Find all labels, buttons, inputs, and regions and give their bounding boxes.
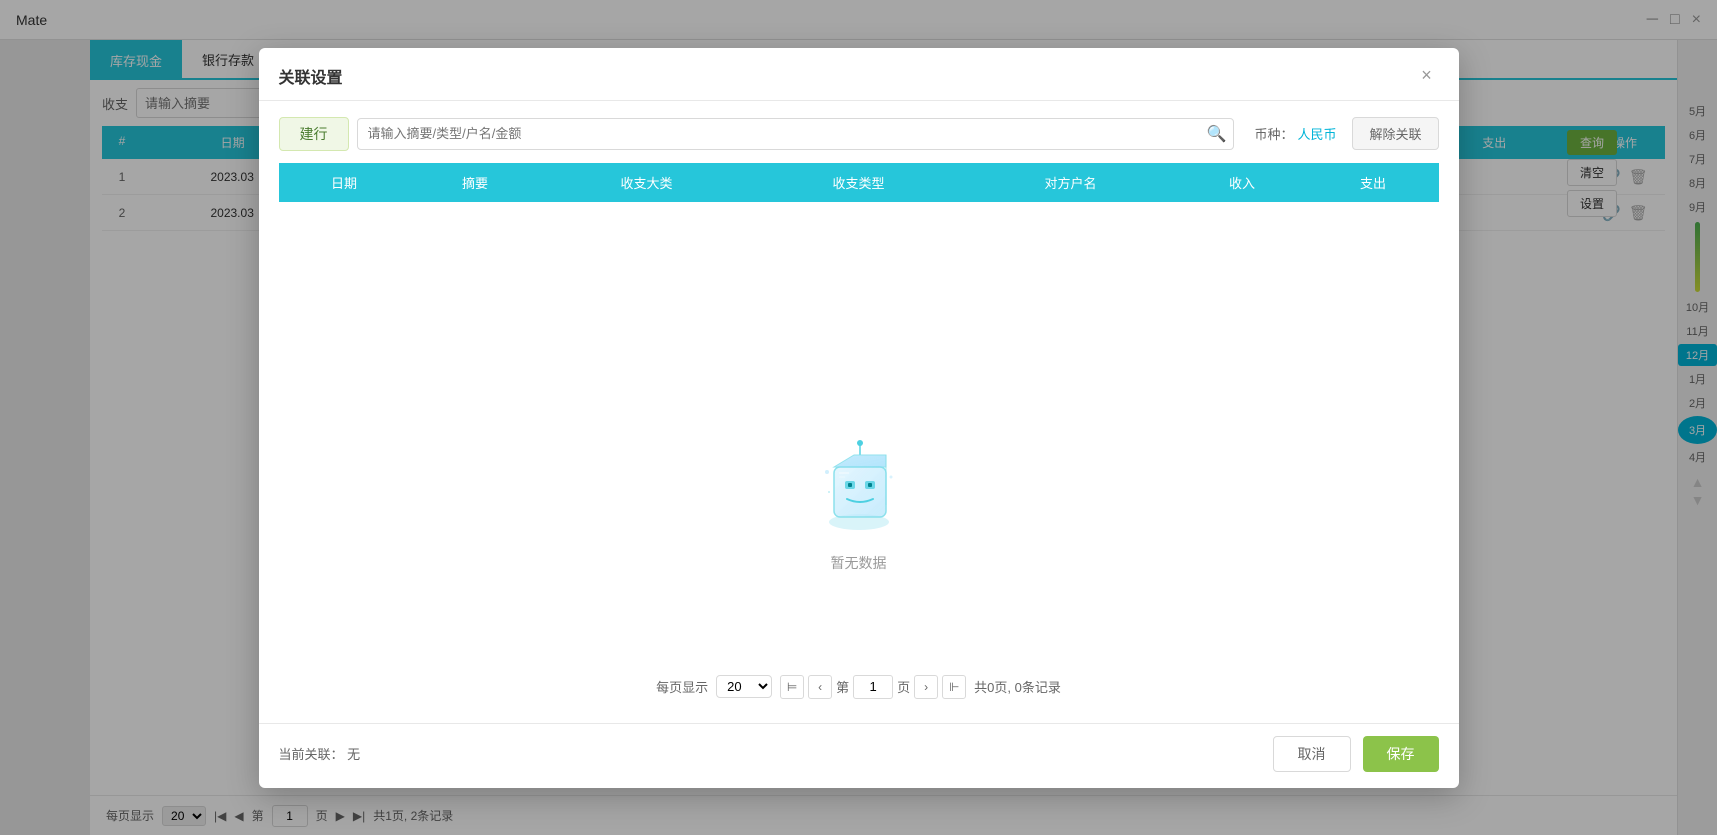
modal-table-header-row: 日期 摘要 收支大类 收支类型 对方户名 收入 支出 — [279, 163, 1439, 202]
save-button[interactable]: 保存 — [1363, 736, 1439, 772]
empty-text: 暂无数据 — [831, 553, 887, 573]
modal-data-table: 日期 摘要 收支大类 收支类型 对方户名 收入 支出 — [279, 163, 1439, 202]
modal-per-page-label: 每页显示 — [656, 677, 708, 696]
empty-state: 暂无数据 — [279, 332, 1439, 659]
modal-page-nav: ⊨ ‹ 第 页 › ⊩ — [780, 675, 966, 699]
empty-icon — [809, 437, 909, 537]
modal-page-size-select[interactable]: 20 50 100 — [716, 675, 772, 698]
bank-tag: 建行 — [279, 117, 349, 151]
unlink-button[interactable]: 解除关联 — [1352, 117, 1438, 150]
modal-header: 关联设置 × — [259, 48, 1459, 101]
cancel-button[interactable]: 取消 — [1273, 736, 1351, 772]
th-expense: 支出 — [1307, 163, 1438, 202]
footer-buttons: 取消 保存 — [1273, 736, 1439, 772]
modal-page-label: 第 — [836, 677, 849, 696]
modal-table-container: 日期 摘要 收支大类 收支类型 对方户名 收入 支出 — [279, 163, 1439, 707]
modal-per-page-select[interactable]: 20 50 100 — [716, 675, 772, 698]
modal-table-wrapper: 日期 摘要 收支大类 收支类型 对方户名 收入 支出 — [279, 163, 1439, 333]
current-link-info: 当前关联： 无 — [279, 744, 361, 763]
search-input-wrap: 🔍 — [357, 118, 1235, 150]
modal-search-input[interactable] — [357, 118, 1235, 150]
modal-last-page-btn[interactable]: ⊩ — [942, 675, 966, 699]
modal-title: 关联设置 — [279, 64, 343, 88]
currency-value: 人民币 — [1297, 127, 1336, 142]
modal-dialog: 关联设置 × 建行 🔍 币种：人民币 解除关联 — [259, 48, 1459, 788]
modal-footer: 当前关联： 无 取消 保存 — [259, 723, 1459, 788]
modal-page-input[interactable] — [853, 675, 893, 699]
currency-label: 币种：人民币 — [1254, 124, 1336, 143]
th-counter-name: 对方户名 — [964, 163, 1176, 202]
modal-prev-page-btn[interactable]: ‹ — [808, 675, 832, 699]
modal-table-head: 日期 摘要 收支大类 收支类型 对方户名 收入 支出 — [279, 163, 1439, 202]
modal-first-page-btn[interactable]: ⊨ — [780, 675, 804, 699]
modal-overlay: 关联设置 × 建行 🔍 币种：人民币 解除关联 — [0, 0, 1717, 835]
th-sub-type: 收支类型 — [752, 163, 964, 202]
current-link-label: 当前关联： — [279, 747, 344, 762]
modal-body: 建行 🔍 币种：人民币 解除关联 日期 摘要 — [259, 101, 1459, 723]
search-icon[interactable]: 🔍 — [1207, 124, 1227, 144]
th-abstract: 摘要 — [409, 163, 540, 202]
th-income: 收入 — [1176, 163, 1307, 202]
modal-total-records: 共0页, 0条记录 — [974, 677, 1061, 696]
th-major-type: 收支大类 — [540, 163, 752, 202]
modal-close-button[interactable]: × — [1415, 64, 1439, 88]
modal-search-row: 建行 🔍 币种：人民币 解除关联 — [279, 117, 1439, 151]
modal-page-suffix: 页 — [897, 677, 910, 696]
modal-next-page-btn[interactable]: › — [914, 675, 938, 699]
current-link-value: 无 — [347, 747, 360, 762]
modal-pagination: 每页显示 20 50 100 ⊨ ‹ 第 页 › — [279, 659, 1439, 707]
th-date: 日期 — [279, 163, 410, 202]
